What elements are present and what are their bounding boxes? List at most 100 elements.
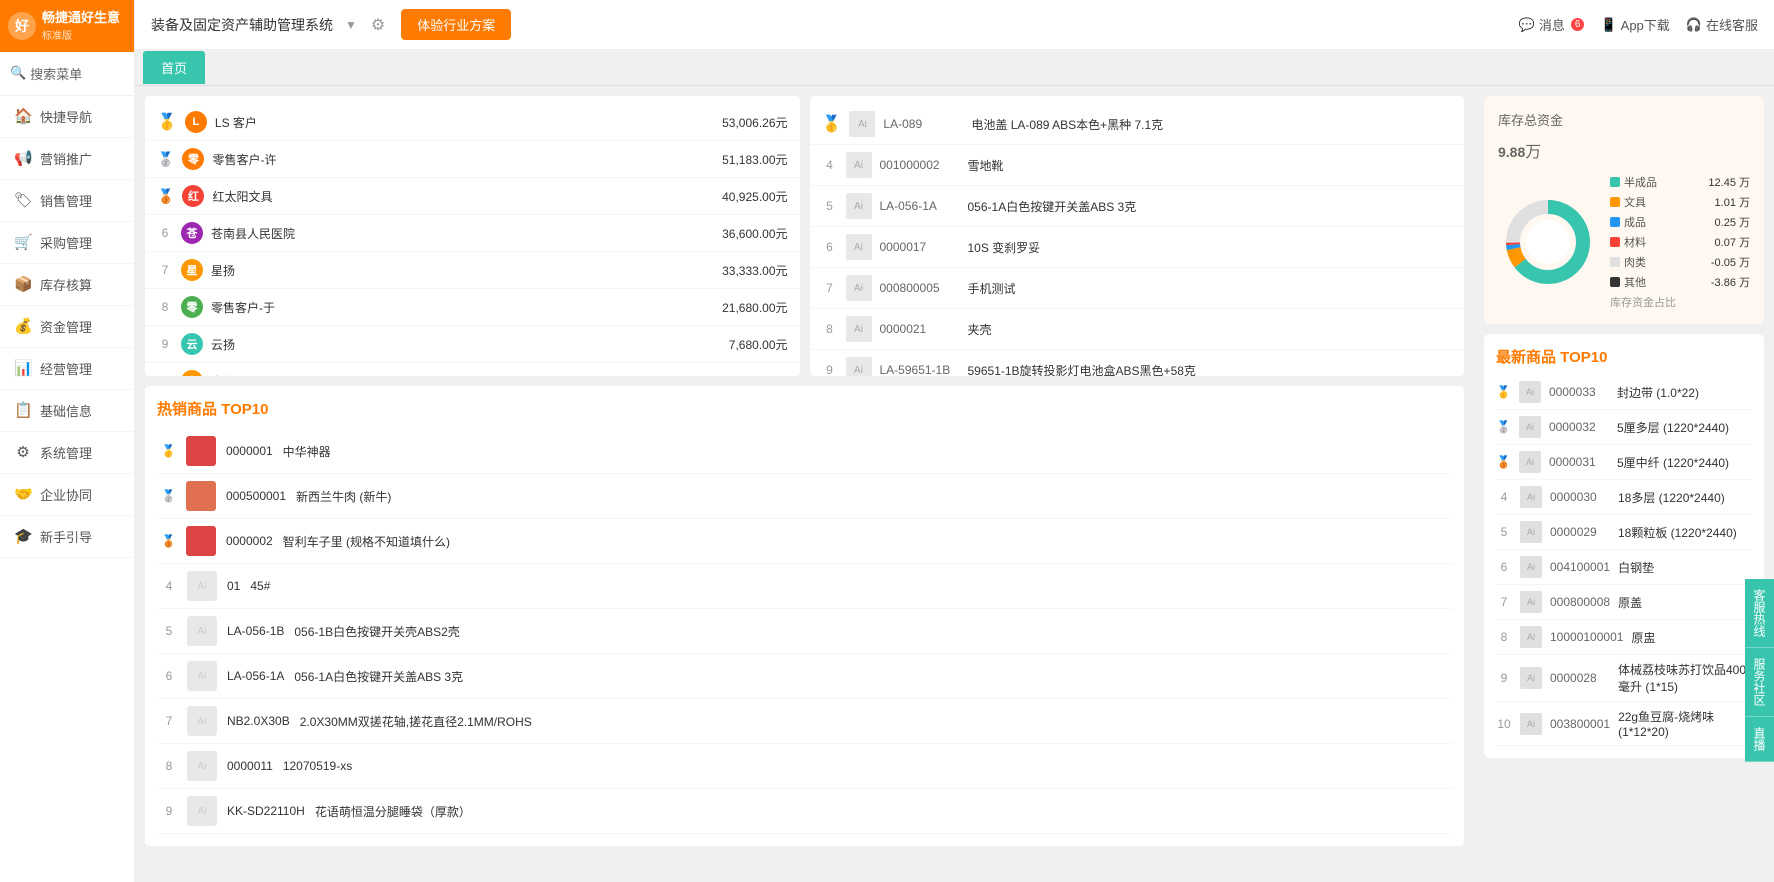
- right-panel: 库存总资金 9.88万: [1474, 86, 1774, 882]
- list-item: 🥉 0000002 智利车子里 (规格不知道填什么): [157, 519, 1452, 564]
- product-scroll[interactable]: 🥇 Ai LA-089 电池盖 LA-089 ABS本色+黑种 7.1克 4 A…: [810, 96, 1465, 376]
- message-btn[interactable]: 💬 消息 6: [1519, 15, 1585, 34]
- sidebar-item-guide[interactable]: 🎓 新手引导: [0, 516, 134, 558]
- product-name: 手机测试: [968, 280, 1453, 297]
- product-code: 003800001: [1550, 717, 1610, 731]
- inventory-amount: 9.88万: [1498, 133, 1750, 164]
- customer-name: 肖总: [211, 373, 721, 377]
- guide-icon: 🎓: [14, 527, 32, 545]
- product-code: 0000001: [226, 444, 273, 458]
- settings-icon[interactable]: ⚙: [371, 15, 385, 35]
- rank-number: 6: [1496, 560, 1512, 574]
- tab-home[interactable]: 首页: [143, 51, 205, 84]
- list-item: 7 Ai 000800008 原盖: [1496, 585, 1752, 620]
- sidebar-item-quicknav[interactable]: 🏠 快捷导航: [0, 96, 134, 138]
- customer-name: 星扬: [211, 262, 714, 279]
- search-menu-btn[interactable]: 🔍 搜索菜单: [10, 60, 124, 87]
- product-code: 004100001: [1550, 560, 1610, 574]
- product-code: 001000002: [880, 158, 960, 172]
- product-code: 0000002: [226, 534, 273, 548]
- sidebar-item-purchase[interactable]: 🛒 采购管理: [0, 222, 134, 264]
- table-row: 7 Ai 000800005 手机测试: [810, 268, 1465, 309]
- product-code: KK-SD22110H: [227, 804, 305, 818]
- product-name: 056-1A白色按键开关盖ABS 3克: [294, 668, 463, 685]
- list-item: 🥉 Ai 0000031 5厘中纤 (1220*2440): [1496, 445, 1752, 480]
- hot-product-thumbnail: Ai: [187, 796, 217, 826]
- table-row: 🥇 L LS 客户 53,006.26元: [145, 104, 800, 141]
- medal-gold-icon: 🥇: [822, 114, 842, 134]
- app-download-btn[interactable]: 📱 App下载: [1600, 15, 1669, 34]
- float-buttons: 客服热线 服务社区 直播: [1745, 579, 1774, 762]
- product-panel: 🥇 Ai LA-089 电池盖 LA-089 ABS本色+黑种 7.1克 4 A…: [810, 96, 1465, 376]
- product-thumbnail: Ai: [846, 152, 872, 178]
- main-content: 🥇 L LS 客户 53,006.26元 🥈 零 零售客户-许 51,183.0…: [135, 86, 1474, 882]
- list-item: 8 Ai 0000011 12070519-xs: [157, 744, 1452, 789]
- sidebar-item-collab[interactable]: 🤝 企业协同: [0, 474, 134, 516]
- sidebar-item-system[interactable]: ⚙ 系统管理: [0, 432, 134, 474]
- search-area[interactable]: 🔍 搜索菜单: [0, 52, 134, 96]
- customer-scroll[interactable]: 🥇 L LS 客户 53,006.26元 🥈 零 零售客户-许 51,183.0…: [145, 96, 800, 376]
- trial-btn[interactable]: 体验行业方案: [401, 9, 511, 40]
- hot-product-thumbnail: Ai: [187, 616, 217, 646]
- legend-item: 成品 0.25 万: [1610, 214, 1750, 230]
- sidebar-item-finance[interactable]: 💰 资金管理: [0, 306, 134, 348]
- customer-name: 红太阳文具: [212, 188, 714, 205]
- service-community-btn[interactable]: 服务社区: [1745, 648, 1774, 717]
- inventory-card: 库存总资金 9.88万: [1484, 96, 1764, 324]
- sidebar-item-basic-info[interactable]: 📋 基础信息: [0, 390, 134, 432]
- customer-avatar: 肖: [181, 370, 203, 376]
- list-item: 🥇 0000001 中华神器: [157, 429, 1452, 474]
- legend-color-dot: [1610, 277, 1620, 287]
- latest-product-thumbnail: Ai: [1520, 591, 1542, 613]
- product-code: 000800005: [880, 281, 960, 295]
- product-name: 中华神器: [283, 443, 331, 460]
- product-thumbnail: Ai: [846, 316, 872, 342]
- latest-products-title: 最新商品 TOP10: [1496, 346, 1752, 367]
- table-row: 10 肖 肖总 7,563.00元: [145, 363, 800, 376]
- legend-item: 半成品 12.45 万: [1610, 174, 1750, 190]
- sidebar-item-marketing[interactable]: 📢 营销推广: [0, 138, 134, 180]
- latest-product-thumbnail: Ai: [1519, 416, 1541, 438]
- rank-number: 5: [161, 624, 177, 638]
- list-item: 6 Ai LA-056-1A 056-1A白色按键开关盖ABS 3克: [157, 654, 1452, 699]
- sidebar-item-operations[interactable]: 📊 经营管理: [0, 348, 134, 390]
- customer-name: 零售客户-许: [212, 151, 714, 168]
- latest-product-thumbnail: Ai: [1520, 521, 1542, 543]
- customer-service-btn[interactable]: 客服热线: [1745, 579, 1774, 648]
- list-item: 9 Ai KK-SD22110H 花语萌恒温分腿睡袋（厚款）: [157, 789, 1452, 834]
- customer-name: 苍南县人民医院: [211, 225, 714, 242]
- table-row: 🥉 红 红太阳文具 40,925.00元: [145, 178, 800, 215]
- product-name: 原盖: [1618, 594, 1752, 611]
- hot-product-thumbnail: Ai: [187, 706, 217, 736]
- home-icon: 🏠: [14, 107, 32, 125]
- latest-product-thumbnail: Ai: [1520, 626, 1542, 648]
- product-code: LA-089: [883, 117, 963, 131]
- hot-product-thumbnail: [186, 436, 216, 466]
- customer-name: 零售客户-于: [211, 299, 714, 316]
- sidebar-item-inventory[interactable]: 📦 库存核算: [0, 264, 134, 306]
- logo-icon: 好: [8, 12, 36, 40]
- rank-number: 6: [157, 226, 173, 240]
- customer-amount: 53,006.26元: [722, 114, 787, 131]
- inventory-title: 库存总资金: [1498, 110, 1750, 129]
- rank-number: 7: [157, 263, 173, 277]
- search-icon: 🔍: [10, 65, 26, 81]
- customer-avatar: 红: [182, 185, 204, 207]
- medal-bronze-icon: 🥉: [157, 188, 174, 205]
- online-service-btn[interactable]: 🎧 在线客服: [1686, 15, 1758, 34]
- hot-product-thumbnail: Ai: [187, 571, 217, 601]
- live-stream-btn[interactable]: 直播: [1745, 717, 1774, 762]
- hot-products-list: 🥇 0000001 中华神器 🥈 000500001 新西兰牛肉 (新牛) 🥉: [157, 429, 1452, 834]
- medal-bronze-icon: 🥉: [1496, 455, 1511, 469]
- hot-products-title: 热销商品 TOP10: [157, 398, 1452, 419]
- customer-list: 🥇 L LS 客户 53,006.26元 🥈 零 零售客户-许 51,183.0…: [145, 96, 800, 376]
- sidebar-item-sales[interactable]: 🏷 销售管理: [0, 180, 134, 222]
- medal-silver-icon: 🥈: [1496, 420, 1511, 434]
- latest-products-card: 最新商品 TOP10 🥇 Ai 0000033 封边带 (1.0*22) 🥈 A…: [1484, 334, 1764, 758]
- product-name: 原盅: [1631, 629, 1752, 646]
- product-name: 18多层 (1220*2440): [1618, 489, 1752, 506]
- dropdown-arrow-icon[interactable]: ▼: [345, 18, 357, 32]
- rank-number: 4: [161, 579, 177, 593]
- main-area: 装备及固定资产辅助管理系统 ▼ ⚙ 体验行业方案 💬 消息 6 📱 App下载 …: [135, 0, 1774, 882]
- medal-silver-icon: 🥈: [161, 489, 176, 503]
